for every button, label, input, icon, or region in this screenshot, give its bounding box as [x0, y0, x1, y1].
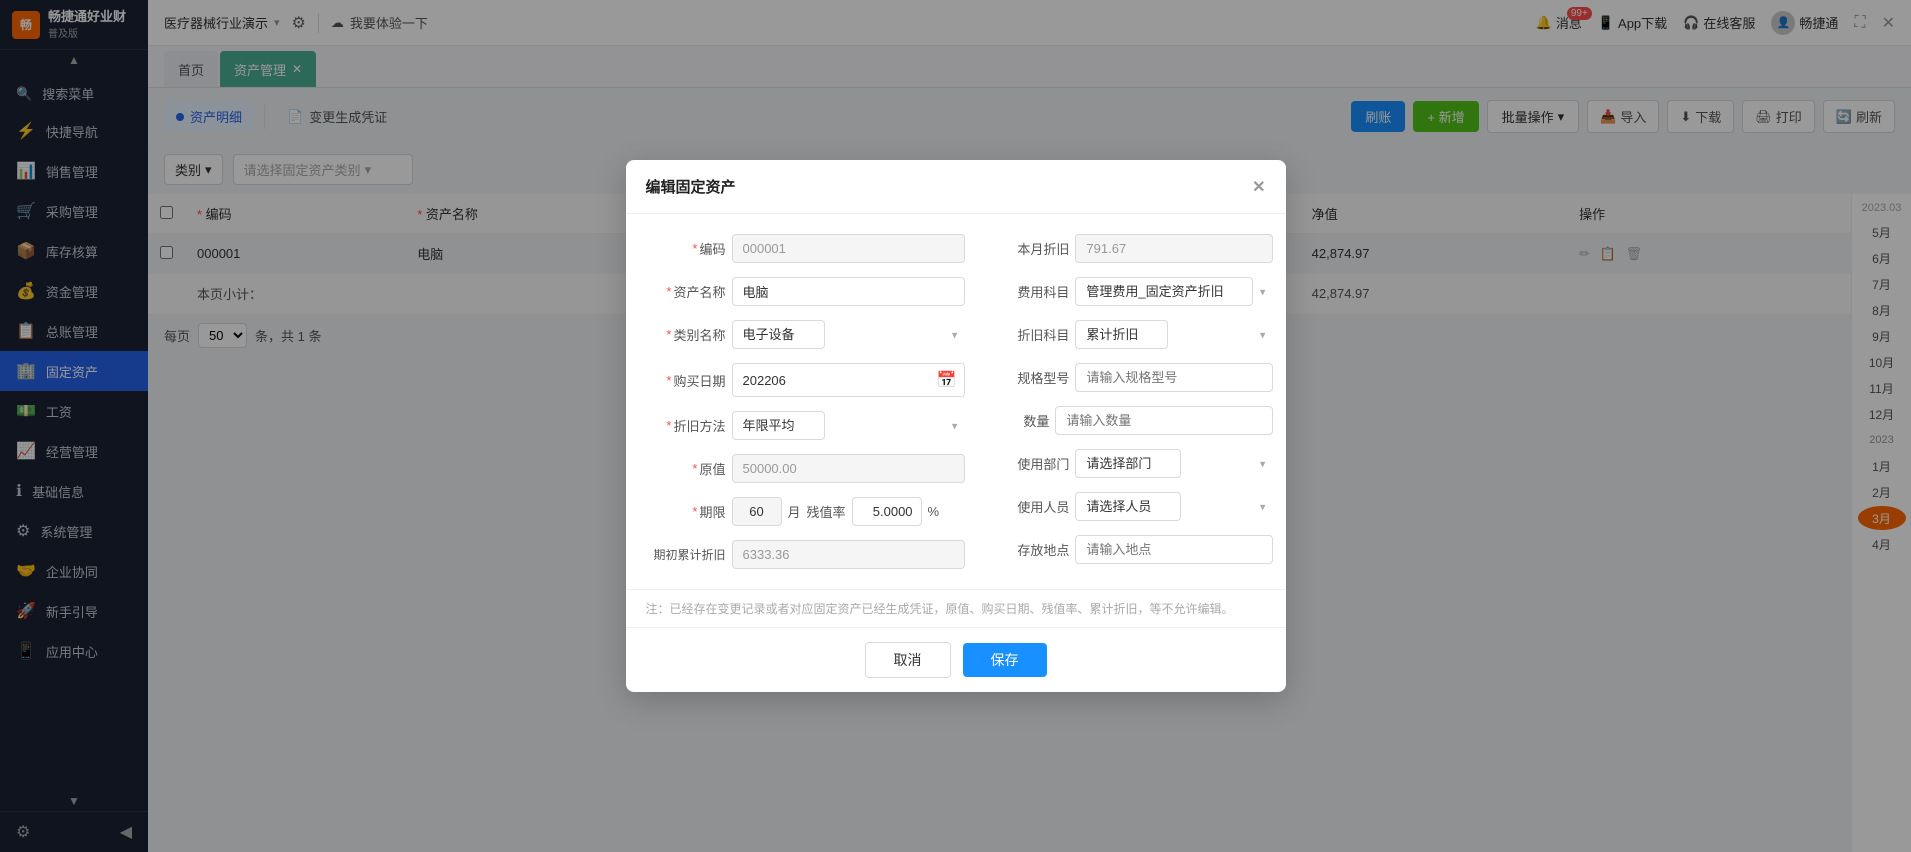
department-label: 使用部门 — [1017, 454, 1069, 473]
modal-title: 编辑固定资产 — [646, 176, 736, 197]
field-dep-method: 折旧方法 年限平均 ▾ — [646, 411, 966, 440]
field-original-value: 原值 — [646, 454, 966, 483]
calendar-icon[interactable]: 📅 — [929, 364, 965, 396]
modal-footer: 取消 保存 — [626, 627, 1286, 692]
modal-grid: 编码 资产名称 — [646, 234, 1266, 569]
modal-header: 编辑固定资产 ✕ — [626, 160, 1286, 214]
field-monthly-dep: 本月折旧 — [989, 234, 1273, 263]
dep-method-select[interactable]: 年限平均 — [732, 411, 825, 440]
category-select-arrow: ▾ — [952, 328, 958, 341]
initial-dep-label: 期初累计折旧 — [653, 546, 725, 563]
spec-label: 规格型号 — [1017, 368, 1069, 387]
purchase-date-input[interactable] — [733, 367, 929, 394]
modal-overlay: 编辑固定资产 ✕ 编码 — [148, 88, 1911, 852]
original-value-label: 原值 — [692, 459, 725, 478]
quantity-input[interactable] — [1055, 406, 1273, 435]
term-unit: 月 — [788, 502, 801, 521]
code-label: 编码 — [692, 239, 725, 258]
main-area: 资产明细 📄 变更生成凭证 刷账 + 新增 批量操作 ▾ 📥 导入 — [148, 88, 1911, 852]
field-code: 编码 — [646, 234, 966, 263]
person-select[interactable]: 请选择人员 — [1075, 492, 1181, 521]
field-category: 类别名称 电子设备 ▾ — [646, 320, 966, 349]
residual-rate-input[interactable] — [852, 497, 922, 526]
field-department: 使用部门 请选择部门 ▾ — [989, 449, 1273, 478]
spec-input[interactable] — [1075, 363, 1273, 392]
location-input[interactable] — [1075, 535, 1273, 564]
field-purchase-date: 购买日期 📅 — [646, 363, 966, 397]
expense-account-label: 费用科目 — [1017, 282, 1069, 301]
field-spec: 规格型号 — [989, 363, 1273, 392]
name-label: 资产名称 — [666, 282, 725, 301]
residual-unit: % — [928, 504, 940, 519]
edit-asset-modal: 编辑固定资产 ✕ 编码 — [626, 160, 1286, 692]
main-content: 医疗器械行业演示 ▾ ⚙ ☁ 我要体验一下 🔔 消息 99+ 📱 App下载 🎧… — [148, 0, 1911, 852]
initial-dep-input[interactable] — [732, 540, 966, 569]
name-input[interactable] — [732, 277, 966, 306]
field-location: 存放地点 — [989, 535, 1273, 564]
person-label: 使用人员 — [1017, 497, 1069, 516]
residual-rate-label: 残值率 — [807, 502, 846, 521]
category-select[interactable]: 电子设备 — [732, 320, 825, 349]
dep-account-arrow: ▾ — [1260, 328, 1266, 341]
dep-method-arrow: ▾ — [952, 419, 958, 432]
field-quantity: 数量 — [989, 406, 1273, 435]
modal-body: 编码 资产名称 — [626, 214, 1286, 589]
field-person: 使用人员 请选择人员 ▾ — [989, 492, 1273, 521]
field-name: 资产名称 — [646, 277, 966, 306]
department-select[interactable]: 请选择部门 — [1075, 449, 1181, 478]
cancel-button[interactable]: 取消 — [865, 642, 951, 678]
field-expense-account: 费用科目 管理费用_固定资产折旧 ▾ — [989, 277, 1273, 306]
monthly-dep-label: 本月折旧 — [1017, 239, 1069, 258]
original-value-input[interactable] — [732, 454, 966, 483]
dept-arrow: ▾ — [1260, 457, 1266, 470]
code-input[interactable] — [732, 234, 966, 263]
save-button[interactable]: 保存 — [963, 643, 1047, 677]
quantity-label: 数量 — [1023, 411, 1049, 430]
purchase-date-label: 购买日期 — [666, 371, 725, 390]
field-dep-account: 折旧科目 累计折旧 ▾ — [989, 320, 1273, 349]
person-arrow: ▾ — [1260, 500, 1266, 513]
term-label: 期限 — [692, 502, 725, 521]
expense-account-select[interactable]: 管理费用_固定资产折旧 — [1075, 277, 1253, 306]
term-input[interactable] — [732, 497, 782, 526]
dep-method-label: 折旧方法 — [666, 416, 725, 435]
monthly-dep-input — [1075, 234, 1273, 263]
expense-account-arrow: ▾ — [1260, 285, 1266, 298]
category-label: 类别名称 — [666, 325, 725, 344]
modal-close-button[interactable]: ✕ — [1252, 177, 1265, 197]
modal-note: 注：已经存在变更记录或者对应固定资产已经生成凭证，原值、购买日期、残值率、累计折… — [626, 589, 1286, 627]
field-term-residual: 期限 月 残值率 % — [646, 497, 966, 526]
dep-account-select[interactable]: 累计折旧 — [1075, 320, 1168, 349]
field-initial-dep: 期初累计折旧 — [646, 540, 966, 569]
location-label: 存放地点 — [1017, 540, 1069, 559]
dep-account-label: 折旧科目 — [1017, 325, 1069, 344]
